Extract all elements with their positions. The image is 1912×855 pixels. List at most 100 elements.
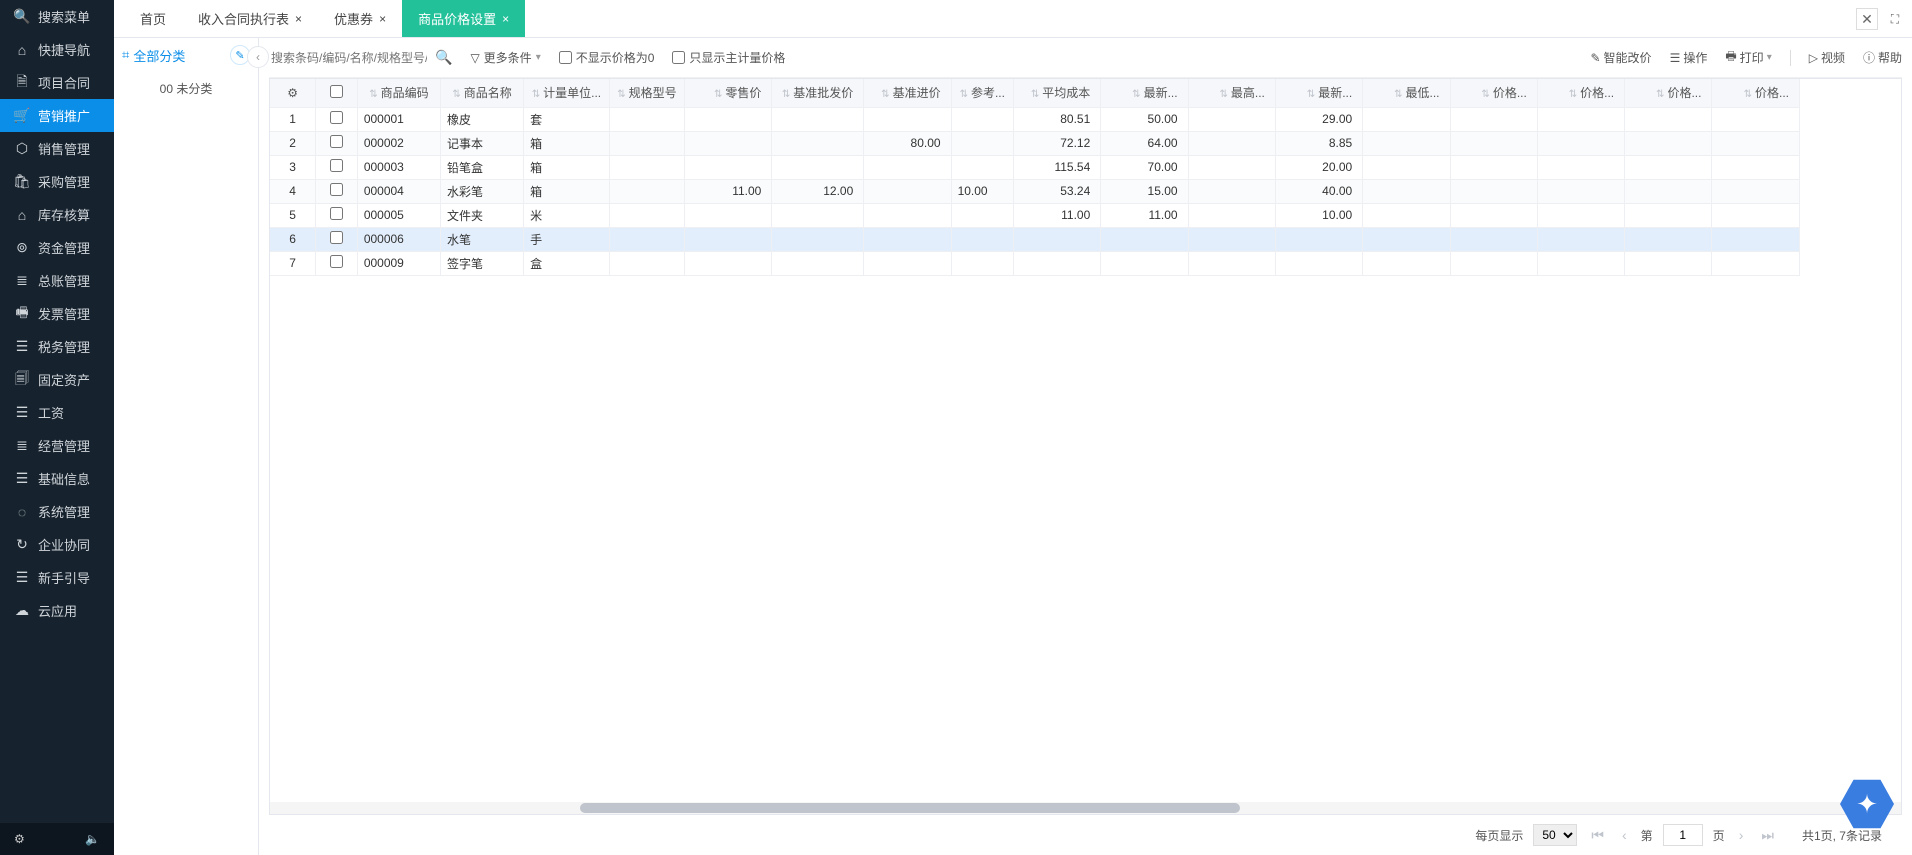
cell[interactable]: 11.00 [1013, 203, 1100, 227]
cell[interactable] [1537, 179, 1624, 203]
volume-icon[interactable]: 🔈 [85, 832, 100, 846]
cell[interactable] [1712, 227, 1800, 251]
sidebar-item[interactable]: ⌂库存核算 [0, 198, 114, 231]
close-tab-icon[interactable]: × [502, 12, 509, 26]
sidebar-item[interactable]: ⊚资金管理 [0, 231, 114, 264]
cell[interactable] [1450, 251, 1537, 275]
cell[interactable]: 40.00 [1275, 179, 1362, 203]
cell[interactable] [864, 251, 951, 275]
cell[interactable] [1275, 227, 1362, 251]
cell[interactable] [1188, 131, 1275, 155]
sort-icon[interactable]: ⇅ [1132, 89, 1140, 100]
cell[interactable]: 12.00 [772, 179, 864, 203]
table-row[interactable]: 6000006水笔手 [270, 227, 1800, 251]
sort-icon[interactable]: ⇅ [1307, 89, 1315, 100]
cell[interactable] [1712, 179, 1800, 203]
column-header[interactable]: ⚙ [270, 79, 316, 107]
sort-icon[interactable]: ⇅ [782, 89, 790, 100]
sidebar-item[interactable]: ◌系统管理 [0, 495, 114, 528]
cell[interactable] [1712, 131, 1800, 155]
sort-icon[interactable]: ⇅ [1481, 89, 1489, 100]
sidebar-item[interactable]: ≣经营管理 [0, 429, 114, 462]
cell[interactable] [1363, 203, 1450, 227]
sidebar-item[interactable]: 🛒营销推广 [0, 99, 114, 132]
row-checkbox[interactable] [330, 159, 343, 172]
cell[interactable] [685, 107, 772, 131]
table-row[interactable]: 4000004水彩笔箱11.0012.0010.0053.2415.0040.0… [270, 179, 1800, 203]
sidebar-item[interactable]: ↻企业协同 [0, 528, 114, 561]
cell[interactable] [1712, 203, 1800, 227]
cell[interactable] [1363, 227, 1450, 251]
cell[interactable] [1450, 179, 1537, 203]
cell[interactable] [1188, 203, 1275, 227]
sort-icon[interactable]: ⇅ [1569, 89, 1577, 100]
operate-button[interactable]: ☰ 操作 [1670, 49, 1708, 66]
tab[interactable]: 收入合同执行表× [182, 0, 318, 37]
column-header[interactable]: ⇅价格... [1712, 79, 1800, 107]
cell[interactable] [685, 227, 772, 251]
cell[interactable] [1188, 155, 1275, 179]
cell[interactable]: 10.00 [1275, 203, 1362, 227]
cell[interactable]: 70.00 [1101, 155, 1188, 179]
gear-icon[interactable]: ⚙ [287, 86, 298, 100]
sidebar-item[interactable]: ☰新手引导 [0, 561, 114, 594]
prev-page-button[interactable]: ‹ [1618, 827, 1631, 843]
cell[interactable]: 15.00 [1101, 179, 1188, 203]
video-button[interactable]: ▷ 视频 [1809, 49, 1845, 66]
column-header[interactable]: ⇅零售价 [685, 79, 772, 107]
close-tab-icon[interactable]: × [295, 12, 302, 26]
cell[interactable] [1363, 155, 1450, 179]
row-checkbox[interactable] [330, 111, 343, 124]
cell[interactable] [772, 131, 864, 155]
cell[interactable] [1712, 155, 1800, 179]
sort-icon[interactable]: ⇅ [1394, 89, 1402, 100]
sidebar-item[interactable]: 🛍采购管理 [0, 165, 114, 198]
cell[interactable] [1363, 179, 1450, 203]
cell[interactable]: 80.51 [1013, 107, 1100, 131]
sidebar-item[interactable]: ⌂快捷导航 [0, 33, 114, 66]
column-header[interactable]: ⇅基准批发价 [772, 79, 864, 107]
search-icon[interactable]: 🔍 [435, 49, 452, 66]
cell[interactable] [864, 155, 951, 179]
column-header[interactable]: ⇅最新... [1275, 79, 1362, 107]
cell[interactable]: 8.85 [1275, 131, 1362, 155]
cell[interactable] [1188, 179, 1275, 203]
cell[interactable] [1450, 131, 1537, 155]
sidebar-item[interactable]: ☰工资 [0, 396, 114, 429]
hide-zero-checkbox[interactable]: 不显示价格为0 [559, 49, 655, 66]
cell[interactable] [1625, 155, 1712, 179]
row-checkbox[interactable] [330, 183, 343, 196]
table-row[interactable]: 3000003铅笔盒箱115.5470.0020.00 [270, 155, 1800, 179]
select-all-checkbox[interactable] [330, 85, 343, 98]
cell[interactable] [1101, 251, 1188, 275]
cell[interactable] [1188, 107, 1275, 131]
cell[interactable]: 53.24 [1013, 179, 1100, 203]
cell[interactable] [1101, 227, 1188, 251]
cell[interactable] [1450, 155, 1537, 179]
column-header[interactable]: ⇅基准进价 [864, 79, 951, 107]
sidebar-item[interactable]: ≣总账管理 [0, 264, 114, 297]
cell[interactable] [1537, 155, 1624, 179]
cell[interactable] [772, 107, 864, 131]
category-all-button[interactable]: ⌗ 全部分类 [122, 46, 185, 65]
cell[interactable] [1363, 107, 1450, 131]
tab[interactable]: 商品价格设置× [402, 0, 525, 37]
sort-icon[interactable]: ⇅ [1744, 89, 1752, 100]
sort-icon[interactable]: ⇅ [1219, 89, 1227, 100]
cell[interactable] [1625, 179, 1712, 203]
cell[interactable] [685, 155, 772, 179]
column-header[interactable]: ⇅最高... [1188, 79, 1275, 107]
tree-item-uncategorized[interactable]: 00 未分类 [114, 72, 258, 105]
last-page-button[interactable]: ⏭ [1757, 827, 1778, 844]
more-filters-button[interactable]: ▽ 更多条件 ▾ [470, 49, 540, 66]
settings-icon[interactable]: ⚙ [14, 832, 25, 846]
cell[interactable] [1013, 227, 1100, 251]
collapse-tree-icon[interactable]: ‹ [247, 46, 269, 68]
cell[interactable] [1450, 203, 1537, 227]
cell[interactable]: 80.00 [864, 131, 951, 155]
column-header[interactable]: ⇅参考... [951, 79, 1013, 107]
print-button[interactable]: 🖶 打印 ▾ [1725, 47, 1771, 68]
horizontal-scrollbar[interactable] [270, 802, 1901, 814]
cell[interactable] [1013, 251, 1100, 275]
smart-price-button[interactable]: ✎ 智能改价 [1590, 49, 1651, 66]
